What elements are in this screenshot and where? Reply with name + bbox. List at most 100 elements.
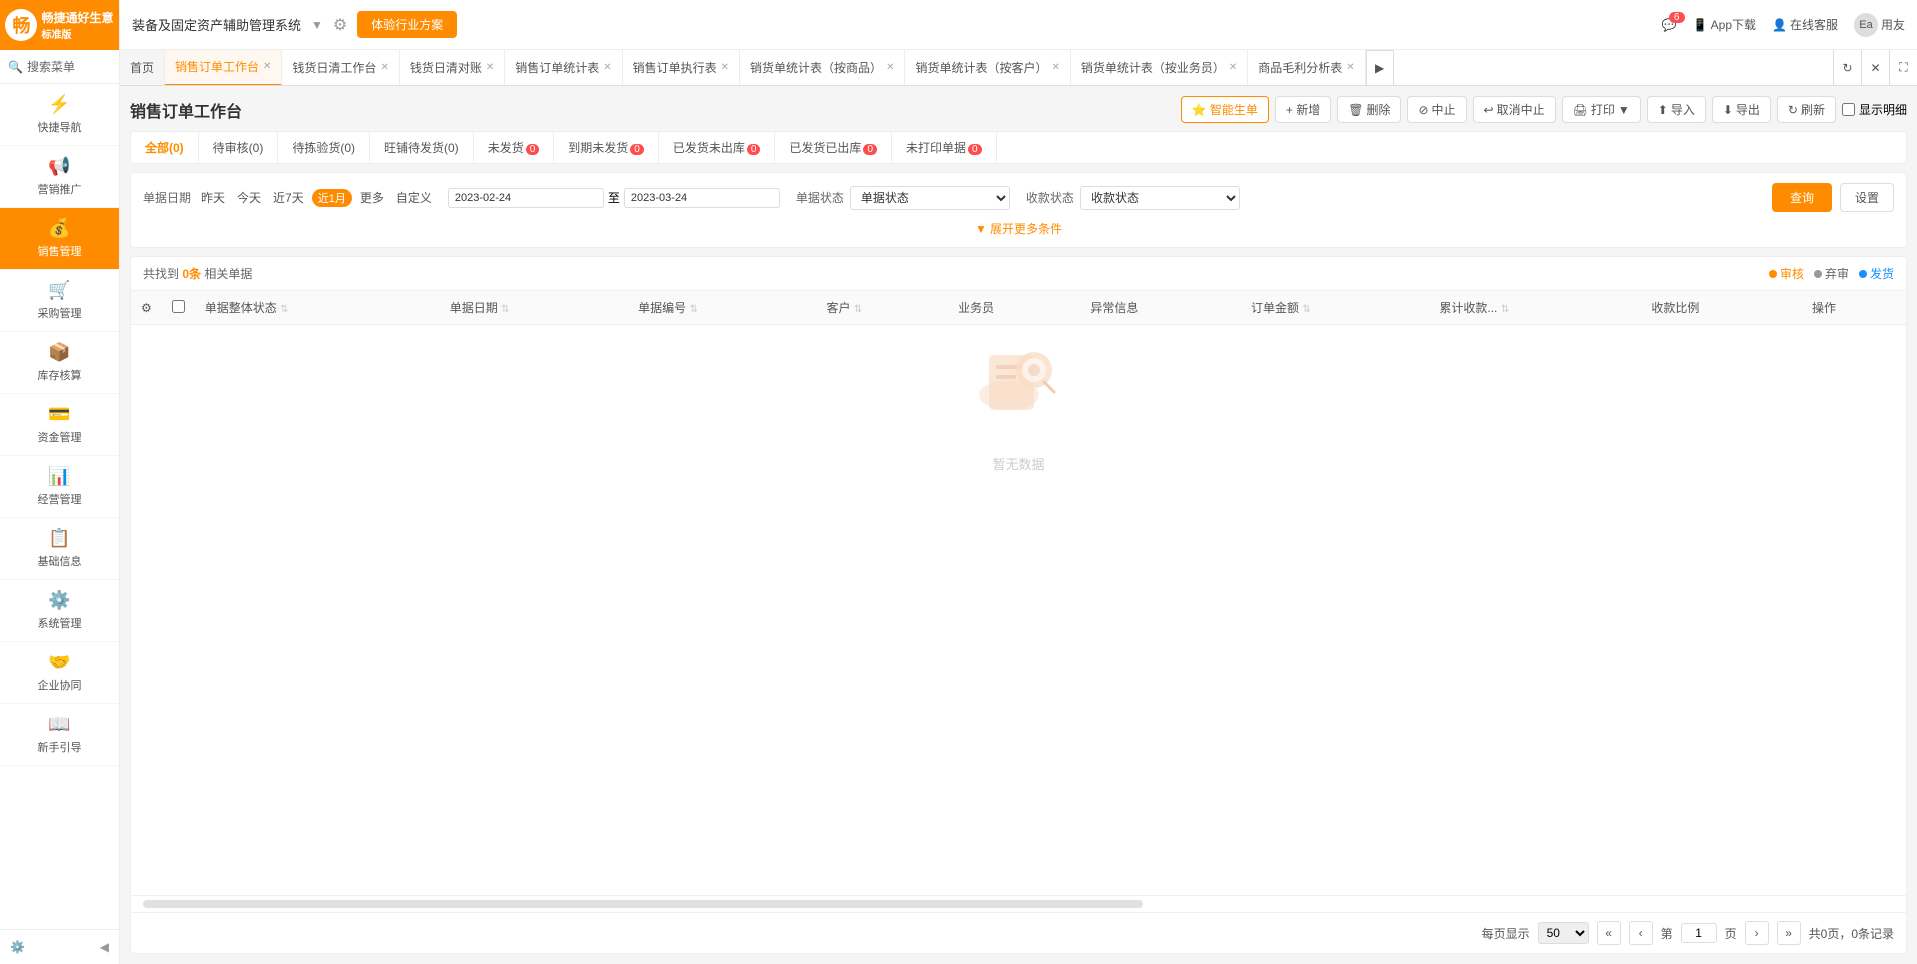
show-detail-checkbox[interactable]	[1842, 103, 1855, 116]
col-amount-sort[interactable]: ⇅	[1302, 304, 1310, 315]
per-page-select[interactable]: 50 100	[1538, 922, 1589, 944]
online-service-btn[interactable]: 👤 在线客服	[1772, 16, 1838, 33]
date-1month[interactable]: 近1月	[312, 189, 352, 207]
filter-tab-shipped-not-out[interactable]: 已发货未出库0	[659, 132, 776, 163]
industry-btn[interactable]: 体验行业方案	[357, 11, 457, 38]
setting-btn[interactable]: 设置	[1840, 183, 1894, 212]
tab-home[interactable]: 首页	[120, 50, 165, 86]
tab-cash-reconcile-close[interactable]: ✕	[486, 62, 494, 73]
action-buttons: 查询 设置	[1772, 183, 1894, 212]
sidebar-item-inventory[interactable]: 📦 库存核算	[0, 332, 119, 394]
tab-sales-customer-close[interactable]: ✕	[1051, 62, 1059, 73]
filter-tab-pending[interactable]: 待审核(0)	[199, 132, 279, 163]
tab-margin-close[interactable]: ✕	[1346, 62, 1354, 73]
sidebar-item-cooperation[interactable]: 🤝 企业协同	[0, 642, 119, 704]
tab-close-all-btn[interactable]: ✕	[1861, 50, 1889, 86]
search-menu[interactable]: 🔍 搜索菜单	[0, 50, 119, 84]
scrollbar-thumb[interactable]	[143, 900, 1143, 908]
tab-cash-clear[interactable]: 钱货日清工作台 ✕	[282, 50, 399, 86]
settings-icon[interactable]: ⚙️	[10, 940, 25, 954]
date-label: 单据日期	[143, 189, 191, 206]
status-select[interactable]: 单据状态	[850, 186, 1010, 210]
add-btn[interactable]: + 新增	[1275, 96, 1331, 123]
sidebar-item-system[interactable]: ⚙️ 系统管理	[0, 580, 119, 642]
sidebar-item-guide[interactable]: 📖 新手引导	[0, 704, 119, 766]
batch-ship-btn[interactable]: 发货	[1859, 265, 1894, 282]
show-detail-toggle[interactable]: 显示明细	[1842, 101, 1907, 118]
tabs-scroll-right[interactable]: ▶	[1366, 50, 1394, 86]
tab-sales-stats-close[interactable]: ✕	[603, 62, 611, 73]
app-download-btn[interactable]: 📱 App下载	[1693, 16, 1756, 33]
prev-page-btn[interactable]: ‹	[1629, 921, 1653, 945]
sidebar-item-purchase[interactable]: 🛒 采购管理	[0, 270, 119, 332]
date-today[interactable]: 今天	[233, 187, 265, 208]
filter-tab-unprinted[interactable]: 未打印单据0	[892, 132, 997, 163]
col-check[interactable]	[162, 291, 195, 325]
filter-tab-all[interactable]: 全部(0)	[131, 132, 199, 163]
next-page-btn[interactable]: ›	[1745, 921, 1769, 945]
col-status-sort[interactable]: ⇅	[280, 304, 288, 315]
query-btn[interactable]: 查询	[1772, 183, 1832, 212]
collapse-icon[interactable]: ◀	[100, 940, 109, 954]
tab-sales-exec-close[interactable]: ✕	[721, 62, 729, 73]
date-from-input[interactable]	[448, 188, 604, 208]
date-7days[interactable]: 近7天	[269, 187, 308, 208]
sidebar-item-operations[interactable]: 📊 经营管理	[0, 456, 119, 518]
export-btn[interactable]: ⬇ 导出	[1712, 96, 1771, 123]
filter-tab-wangpu[interactable]: 旺铺待发货(0)	[370, 132, 474, 163]
tab-sales-staff-close[interactable]: ✕	[1229, 62, 1237, 73]
filter-tab-unshipped[interactable]: 未发货0	[474, 132, 555, 163]
first-page-btn[interactable]: «	[1597, 921, 1621, 945]
tab-margin[interactable]: 商品毛利分析表 ✕	[1248, 50, 1365, 86]
tab-sales-exec[interactable]: 销售订单执行表 ✕	[623, 50, 740, 86]
tab-sales-product[interactable]: 销货单统计表（按商品） ✕	[740, 50, 905, 86]
gear-icon[interactable]: ⚙	[333, 15, 347, 35]
sidebar-item-sales[interactable]: 💰 销售管理	[0, 208, 119, 270]
batch-approve-btn[interactable]: 审核	[1769, 265, 1804, 282]
tab-sales-customer[interactable]: 销货单统计表（按客户） ✕	[905, 50, 1070, 86]
tab-cash-clear-close[interactable]: ✕	[380, 62, 388, 73]
tab-sales-workbench-close[interactable]: ✕	[263, 61, 271, 72]
tab-sales-staff[interactable]: 销货单统计表（按业务员） ✕	[1071, 50, 1248, 86]
batch-revoke-btn[interactable]: 弃审	[1814, 265, 1849, 282]
cancel-suspend-btn[interactable]: ↩ 取消中止	[1473, 96, 1556, 123]
smart-create-btn[interactable]: ⭐ 智能生单	[1181, 96, 1269, 123]
tab-sales-workbench[interactable]: 销售订单工作台 ✕	[165, 50, 282, 86]
expand-conditions-btn[interactable]: ▼ 展开更多条件	[975, 220, 1062, 237]
select-all-checkbox[interactable]	[172, 300, 185, 313]
refresh-btn[interactable]: ↻ 刷新	[1777, 96, 1836, 123]
date-custom[interactable]: 自定义	[392, 187, 436, 208]
print-btn[interactable]: 🖨 打印 ▼	[1562, 96, 1641, 123]
delete-btn[interactable]: 🗑 删除	[1337, 96, 1401, 123]
payment-select[interactable]: 收款状态	[1080, 186, 1240, 210]
horizontal-scrollbar[interactable]	[131, 895, 1906, 912]
dropdown-icon[interactable]: ▼	[311, 18, 323, 32]
filter-tab-overdue[interactable]: 到期未发货0	[554, 132, 659, 163]
col-number-sort[interactable]: ⇅	[690, 304, 698, 315]
sidebar-item-basic[interactable]: 📋 基础信息	[0, 518, 119, 580]
sidebar-item-quick-nav[interactable]: ⚡ 快捷导航	[0, 84, 119, 146]
col-customer-sort[interactable]: ⇅	[854, 304, 862, 315]
tab-maximize-btn[interactable]: ⛶	[1889, 50, 1917, 86]
tab-sales-stats[interactable]: 销售订单统计表 ✕	[505, 50, 622, 86]
tab-refresh-btn[interactable]: ↻	[1833, 50, 1861, 86]
col-settings[interactable]: ⚙	[131, 291, 162, 325]
col-collected-sort[interactable]: ⇅	[1501, 304, 1509, 315]
date-more[interactable]: 更多	[356, 187, 388, 208]
import-btn[interactable]: ⬆ 导入	[1647, 96, 1706, 123]
sidebar-item-marketing[interactable]: 📢 营销推广	[0, 146, 119, 208]
filter-tab-inspect[interactable]: 待拣验货(0)	[278, 132, 370, 163]
date-yesterday[interactable]: 昨天	[197, 187, 229, 208]
user-avatar[interactable]: Ea 用友	[1854, 13, 1905, 37]
last-page-btn[interactable]: »	[1777, 921, 1801, 945]
message-btn[interactable]: 💬 6	[1662, 18, 1677, 32]
purchase-icon: 🛒	[48, 280, 70, 301]
filter-tab-shipped-out[interactable]: 已发货已出库0	[775, 132, 892, 163]
col-date-sort[interactable]: ⇅	[501, 304, 509, 315]
tab-sales-product-close[interactable]: ✕	[886, 62, 894, 73]
date-to-input[interactable]	[624, 188, 780, 208]
page-input[interactable]	[1681, 923, 1717, 943]
tab-cash-reconcile[interactable]: 钱货日清对账 ✕	[400, 50, 505, 86]
suspend-btn[interactable]: ⊘ 中止	[1407, 96, 1466, 123]
sidebar-item-finance[interactable]: 💳 资金管理	[0, 394, 119, 456]
